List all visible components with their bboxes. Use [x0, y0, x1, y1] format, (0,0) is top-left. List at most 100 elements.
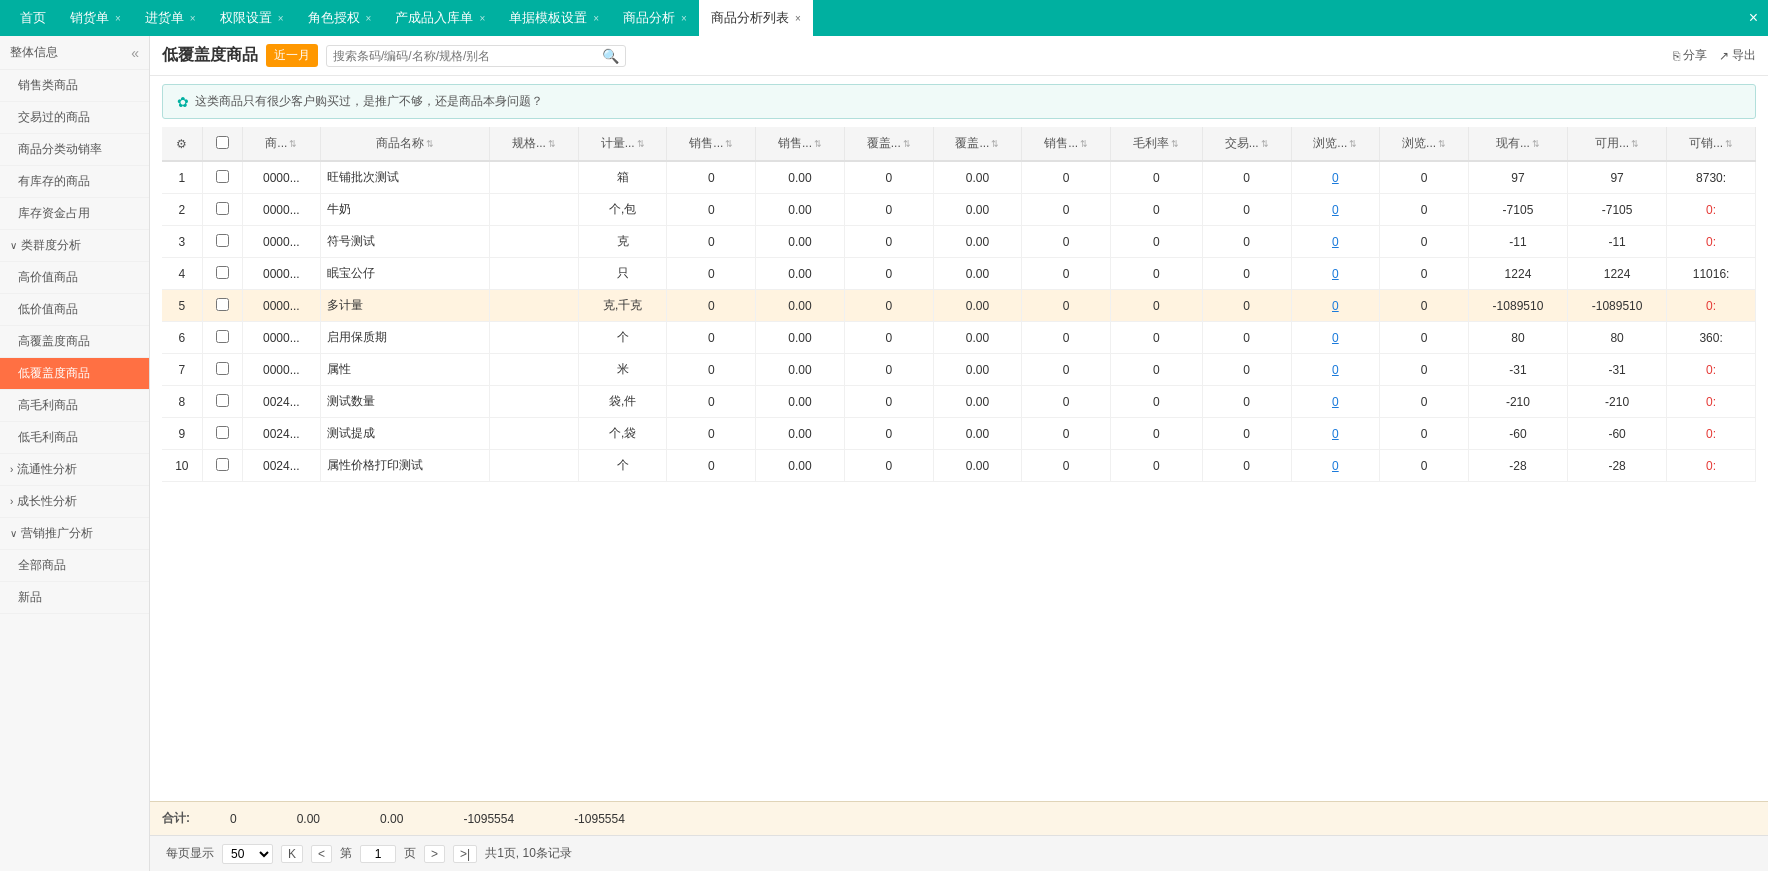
sidebar-item-low-value[interactable]: 低价值商品: [0, 294, 149, 326]
row-checkbox[interactable]: [216, 266, 229, 279]
sidebar-group-cluster[interactable]: ∨ 类群度分析: [0, 230, 149, 262]
page-number-input[interactable]: [360, 845, 396, 863]
sidebar-item-category-sales-rate[interactable]: 商品分类动销率: [0, 134, 149, 166]
row-browse1[interactable]: 0: [1291, 418, 1380, 450]
row-checkbox[interactable]: [216, 170, 229, 183]
prev-page-button[interactable]: <: [311, 845, 332, 863]
nav-close-goods-list[interactable]: ×: [795, 13, 801, 24]
row-current-stock: -210: [1468, 386, 1567, 418]
row-browse1[interactable]: 0: [1291, 322, 1380, 354]
row-checkbox-cell[interactable]: [202, 386, 242, 418]
col-current-stock[interactable]: 现有...⇅: [1468, 127, 1567, 161]
col-coverage2[interactable]: 覆盖...⇅: [933, 127, 1022, 161]
sidebar-item-low-coverage[interactable]: 低覆盖度商品: [0, 358, 149, 390]
col-trade[interactable]: 交易...⇅: [1202, 127, 1291, 161]
col-spec[interactable]: 规格...⇅: [490, 127, 579, 161]
nav-template[interactable]: 单据模板设置 ×: [497, 0, 611, 36]
row-checkbox-cell[interactable]: [202, 161, 242, 194]
sidebar-overall-section[interactable]: 整体信息 «: [0, 36, 149, 70]
nav-permissions[interactable]: 权限设置 ×: [208, 0, 296, 36]
col-settings[interactable]: ⚙: [162, 127, 202, 161]
last-page-button[interactable]: >|: [453, 845, 477, 863]
row-code: 0000...: [243, 290, 320, 322]
nav-goods-analysis-list[interactable]: 商品分析列表 ×: [699, 0, 813, 36]
sidebar-item-new-goods[interactable]: 新品: [0, 582, 149, 614]
window-close-button[interactable]: ×: [1749, 9, 1758, 27]
sidebar-item-high-coverage[interactable]: 高覆盖度商品: [0, 326, 149, 358]
col-checkbox[interactable]: [202, 127, 242, 161]
row-browse1[interactable]: 0: [1291, 354, 1380, 386]
filter-recent-month-button[interactable]: 近一月: [266, 44, 318, 67]
row-checkbox[interactable]: [216, 394, 229, 407]
row-browse1[interactable]: 0: [1291, 226, 1380, 258]
row-checkbox[interactable]: [216, 458, 229, 471]
page-size-select[interactable]: 50 20 100: [222, 844, 273, 864]
sidebar-item-high-margin[interactable]: 高毛利商品: [0, 390, 149, 422]
nav-close-roles[interactable]: ×: [366, 13, 372, 24]
sidebar-item-low-margin[interactable]: 低毛利商品: [0, 422, 149, 454]
row-checkbox[interactable]: [216, 202, 229, 215]
row-checkbox-cell[interactable]: [202, 322, 242, 354]
sidebar-group-flow[interactable]: › 流通性分析: [0, 454, 149, 486]
first-page-button[interactable]: K: [281, 845, 303, 863]
col-unit[interactable]: 计量...⇅: [578, 127, 667, 161]
col-browse1[interactable]: 浏览...⇅: [1291, 127, 1380, 161]
row-browse1[interactable]: 0: [1291, 290, 1380, 322]
row-checkbox-cell[interactable]: [202, 450, 242, 482]
col-code[interactable]: 商...⇅: [243, 127, 320, 161]
nav-finished-goods[interactable]: 产成品入库单 ×: [383, 0, 497, 36]
sidebar-item-inventory-funds[interactable]: 库存资金占用: [0, 198, 149, 230]
sidebar-item-all-goods[interactable]: 全部商品: [0, 550, 149, 582]
sidebar-group-growth[interactable]: › 成长性分析: [0, 486, 149, 518]
sidebar-collapse-icon[interactable]: «: [131, 45, 139, 61]
col-margin[interactable]: 毛利率⇅: [1111, 127, 1203, 161]
row-name: 属性: [320, 354, 490, 386]
row-checkbox[interactable]: [216, 362, 229, 375]
col-sales3[interactable]: 销售...⇅: [1022, 127, 1111, 161]
row-browse1[interactable]: 0: [1291, 386, 1380, 418]
col-available-stock[interactable]: 可用...⇅: [1568, 127, 1667, 161]
row-browse1[interactable]: 0: [1291, 161, 1380, 194]
nav-close-sales[interactable]: ×: [115, 13, 121, 24]
sidebar-item-traded-goods[interactable]: 交易过的商品: [0, 102, 149, 134]
nav-close-template[interactable]: ×: [593, 13, 599, 24]
col-browse2[interactable]: 浏览...⇅: [1380, 127, 1469, 161]
nav-close-goods-analysis[interactable]: ×: [681, 13, 687, 24]
row-checkbox-cell[interactable]: [202, 194, 242, 226]
nav-purchase[interactable]: 进货单 ×: [133, 0, 208, 36]
row-checkbox-cell[interactable]: [202, 226, 242, 258]
sidebar-group-marketing[interactable]: ∨ 营销推广分析: [0, 518, 149, 550]
share-button[interactable]: ⎘ 分享: [1673, 47, 1707, 64]
row-checkbox[interactable]: [216, 298, 229, 311]
sidebar-item-high-value[interactable]: 高价值商品: [0, 262, 149, 294]
nav-goods-analysis[interactable]: 商品分析 ×: [611, 0, 699, 36]
row-checkbox-cell[interactable]: [202, 354, 242, 386]
row-no: 9: [162, 418, 202, 450]
row-checkbox-cell[interactable]: [202, 258, 242, 290]
row-checkbox[interactable]: [216, 234, 229, 247]
row-checkbox[interactable]: [216, 330, 229, 343]
row-checkbox[interactable]: [216, 426, 229, 439]
col-saleable[interactable]: 可销...⇅: [1667, 127, 1756, 161]
row-browse1[interactable]: 0: [1291, 258, 1380, 290]
nav-roles[interactable]: 角色授权 ×: [296, 0, 384, 36]
search-input[interactable]: [333, 49, 602, 63]
col-sales-amt[interactable]: 销售...⇅: [756, 127, 845, 161]
next-page-button[interactable]: >: [424, 845, 445, 863]
col-sales-qty[interactable]: 销售...⇅: [667, 127, 756, 161]
col-coverage1[interactable]: 覆盖...⇅: [844, 127, 933, 161]
nav-sales-order[interactable]: 销货单 ×: [58, 0, 133, 36]
row-checkbox-cell[interactable]: [202, 418, 242, 450]
nav-close-finished[interactable]: ×: [479, 13, 485, 24]
row-checkbox-cell[interactable]: [202, 290, 242, 322]
sidebar-item-sales-goods[interactable]: 销售类商品: [0, 70, 149, 102]
row-browse1[interactable]: 0: [1291, 450, 1380, 482]
nav-close-purchase[interactable]: ×: [190, 13, 196, 24]
sidebar-item-stocked-goods[interactable]: 有库存的商品: [0, 166, 149, 198]
export-button[interactable]: ↗ 导出: [1719, 47, 1756, 64]
nav-close-permissions[interactable]: ×: [278, 13, 284, 24]
nav-home[interactable]: 首页: [8, 0, 58, 36]
col-name[interactable]: 商品名称⇅: [320, 127, 490, 161]
select-all-checkbox[interactable]: [216, 136, 229, 149]
row-browse1[interactable]: 0: [1291, 194, 1380, 226]
